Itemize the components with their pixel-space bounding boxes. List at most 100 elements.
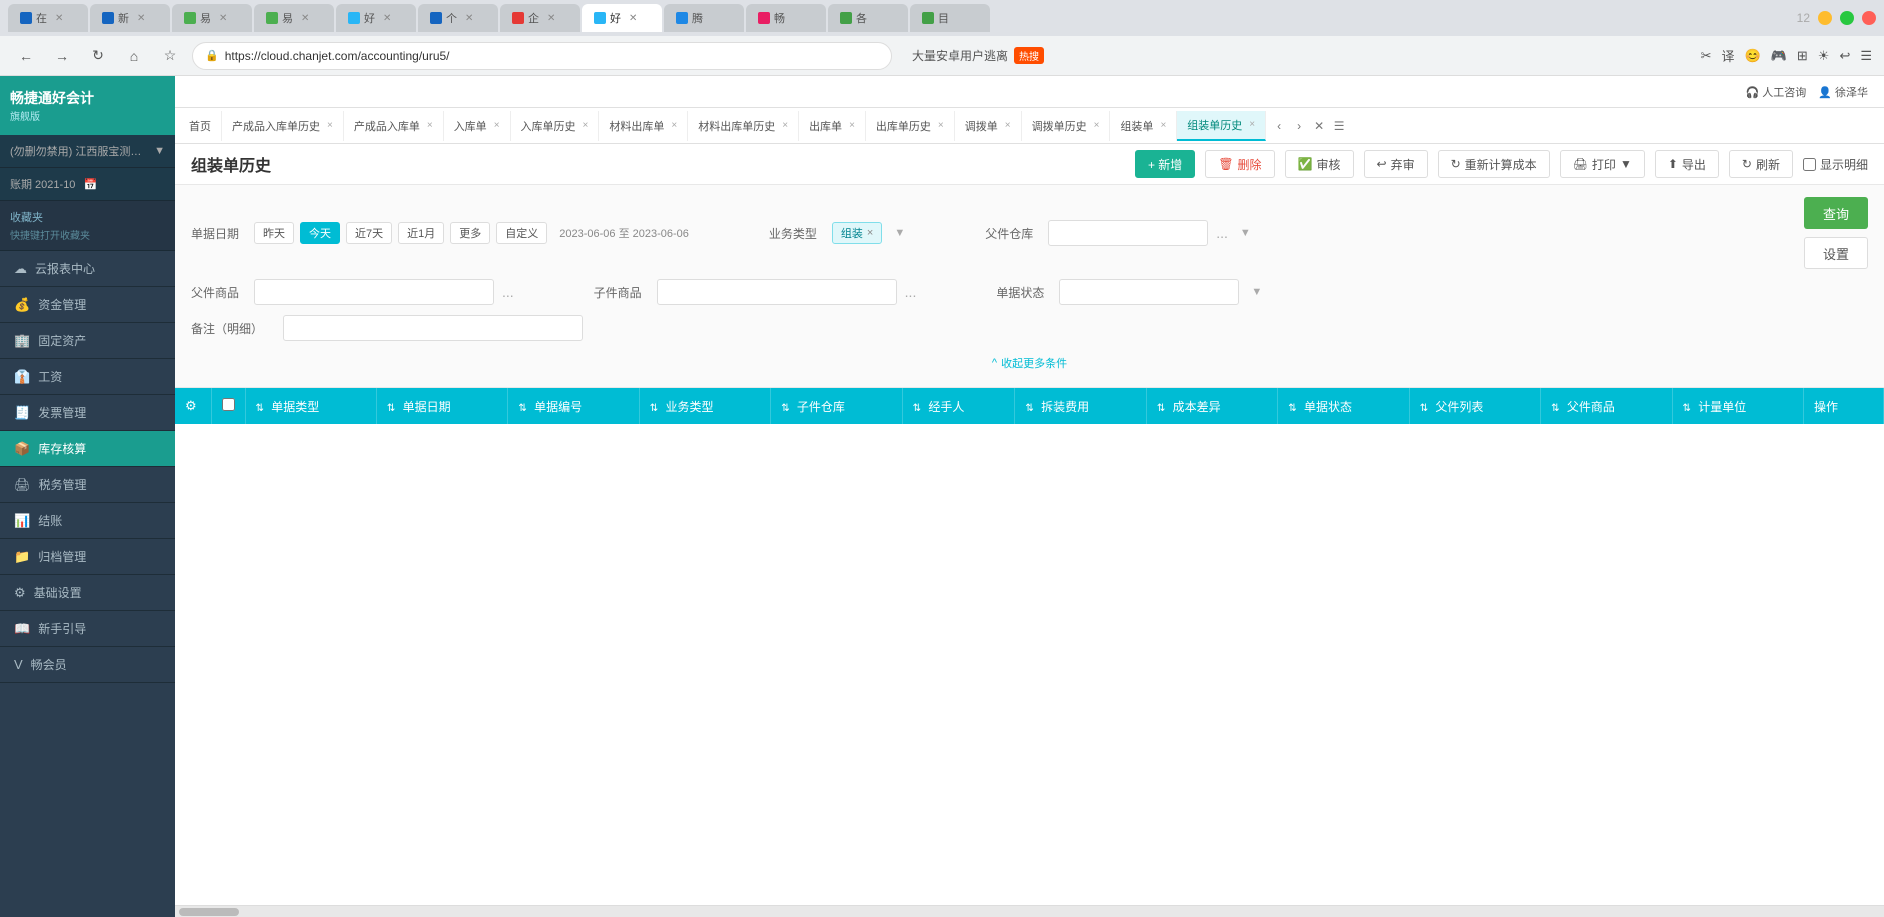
horizontal-scrollbar[interactable] [175,905,1884,917]
filter-settings-btn[interactable]: 设置 [1804,237,1868,269]
sidebar-item-inventory[interactable]: 📦 库存核算 [0,431,175,467]
browser-tab-1[interactable]: 在 ✕ [8,4,88,32]
tab-trh-close[interactable]: × [1094,120,1100,131]
browser-tab-4[interactable]: 易 ✕ [254,4,334,32]
tab-close-8[interactable]: ✕ [629,13,637,24]
browser-tab-6[interactable]: 个 ✕ [418,4,498,32]
tab-close-1[interactable]: ✕ [55,13,63,24]
address-bar[interactable]: 🔒 https://cloud.chanjet.com/accounting/u… [192,42,892,70]
undo-icon[interactable]: ↩ [1839,48,1850,64]
tab-close-7[interactable]: ✕ [547,13,555,24]
browser-tab-8[interactable]: 好 ✕ [582,4,662,32]
maximize-btn[interactable] [1840,11,1854,25]
print-btn[interactable]: 🖨 打印 ▼ [1560,150,1645,178]
close-btn[interactable] [1862,11,1876,25]
tab-material-out-history[interactable]: 材料出库单历史 × [688,111,799,141]
th-business-type[interactable]: ⇅ 业务类型 [639,388,770,424]
th-parent-list[interactable]: ⇅ 父件列表 [1409,388,1540,424]
tab-close-current[interactable]: ✕ [1310,117,1328,135]
browser-tab-11[interactable]: 各 [828,4,908,32]
show-detail-checkbox[interactable] [1803,158,1816,171]
page-refresh-btn[interactable]: ↻ 刷新 [1729,150,1793,178]
business-tag-remove[interactable]: × [867,227,873,239]
th-cost-diff[interactable]: ⇅ 成本差异 [1146,388,1277,424]
custom-date-btn[interactable]: 自定义 [496,222,547,244]
query-btn[interactable]: 查询 [1804,197,1868,229]
select-all-checkbox[interactable] [222,398,235,411]
th-doc-status[interactable]: ⇅ 单据状态 [1278,388,1409,424]
doc-status-input[interactable] [1059,279,1239,305]
refresh-browser-btn[interactable]: ↻ [84,42,112,70]
tab-close-6[interactable]: ✕ [465,13,473,24]
tab-close-5[interactable]: ✕ [383,13,391,24]
child-goods-more-btn[interactable]: ... [905,284,917,300]
bookmark-btn[interactable]: ☆ [156,42,184,70]
parent-goods-more-btn[interactable]: ... [502,284,514,300]
th-doc-type[interactable]: ⇅ 单据类型 [245,388,376,424]
tab-close-3[interactable]: ✕ [219,13,227,24]
back-btn[interactable]: ← [12,42,40,70]
th-settings[interactable]: ⚙ [175,388,211,424]
tab-material-out[interactable]: 材料出库单 × [599,111,688,141]
tab-rh-close[interactable]: × [583,120,589,131]
show-detail-checkbox-wrapper[interactable]: 显示明细 [1803,156,1868,173]
tab-oh-close[interactable]: × [938,120,944,131]
sidebar-item-fixed-assets[interactable]: 🏢 固定资产 [0,323,175,359]
export-btn[interactable]: ⬆ 导出 [1655,150,1719,178]
tab-out-close[interactable]: × [849,120,855,131]
th-unit[interactable]: ⇅ 计量单位 [1672,388,1803,424]
browser-tab-9[interactable]: 腾 [664,4,744,32]
business-type-dropdown[interactable]: ▼ [894,227,905,239]
last1month-btn[interactable]: 近1月 [398,222,444,244]
th-doc-number[interactable]: ⇅ 单据编号 [508,388,639,424]
brightness-icon[interactable]: ☀ [1818,48,1830,64]
tab-receipt-history[interactable]: 入库单历史 × [511,111,600,141]
th-checkbox[interactable] [211,388,245,424]
th-child-warehouse[interactable]: ⇅ 子件仓库 [771,388,902,424]
parent-goods-input[interactable] [254,279,494,305]
sidebar-item-finance[interactable]: 💰 资金管理 [0,287,175,323]
sidebar-item-cloud-reports[interactable]: ☁ 云报表中心 [0,251,175,287]
game-icon[interactable]: 🎮 [1771,48,1787,64]
browser-tab-3[interactable]: 易 ✕ [172,4,252,32]
audit-btn[interactable]: ✅ 审核 [1285,150,1354,178]
th-disassembly-cost[interactable]: ⇅ 拆装费用 [1015,388,1146,424]
tab-fgi-close[interactable]: × [427,120,433,131]
sidebar-item-invoice[interactable]: 🧾 发票管理 [0,395,175,431]
tab-mo-close[interactable]: × [671,120,677,131]
doc-status-dropdown[interactable]: ▼ [1251,286,1262,298]
tab-tr-close[interactable]: × [1005,120,1011,131]
favorites-section[interactable]: 收藏夹 快捷键打开收藏夹 [0,201,175,251]
th-doc-date[interactable]: ⇅ 单据日期 [376,388,507,424]
th-handler[interactable]: ⇅ 经手人 [902,388,1015,424]
child-goods-input[interactable] [657,279,897,305]
table-settings-icon[interactable]: ⚙ [185,398,197,413]
tab-fgih-close[interactable]: × [327,120,333,131]
tab-assembly-history[interactable]: 组装单历史 × [1177,111,1266,141]
scroll-thumb[interactable] [179,908,239,916]
consultant-btn[interactable]: 🎧 人工咨询 [1745,84,1806,100]
tab-asm-close[interactable]: × [1160,120,1166,131]
tab-out-history[interactable]: 出库单历史 × [866,111,955,141]
tab-assembly[interactable]: 组装单 × [1110,111,1177,141]
recalc-btn[interactable]: ↻ 重新计算成本 [1438,150,1550,178]
browser-tab-7[interactable]: 企 ✕ [500,4,580,32]
tab-moh-close[interactable]: × [782,120,788,131]
more-date-btn[interactable]: 更多 [450,222,490,244]
user-info[interactable]: 👤 徐泽华 [1818,84,1868,100]
grid-icon[interactable]: ⊞ [1797,48,1808,64]
tab-finished-goods-in-history[interactable]: 产成品入库单历史 × [222,111,344,141]
parent-warehouse-dropdown[interactable]: ▼ [1240,227,1251,239]
last7days-btn[interactable]: 近7天 [346,222,392,244]
today-btn[interactable]: 今天 [300,222,340,244]
sidebar-item-checkout[interactable]: 📊 结账 [0,503,175,539]
remark-input[interactable] [283,315,583,341]
menu-icon[interactable]: ☰ [1860,48,1872,64]
tab-home[interactable]: 首页 [179,111,222,141]
sidebar-item-membership[interactable]: V 畅会员 [0,647,175,683]
browser-tab-5[interactable]: 好 ✕ [336,4,416,32]
delete-btn[interactable]: 🗑 删除 [1205,150,1274,178]
cut-icon[interactable]: ✂ [1701,48,1712,64]
browser-tab-12[interactable]: 目 [910,4,990,32]
browser-tab-2[interactable]: 新 ✕ [90,4,170,32]
